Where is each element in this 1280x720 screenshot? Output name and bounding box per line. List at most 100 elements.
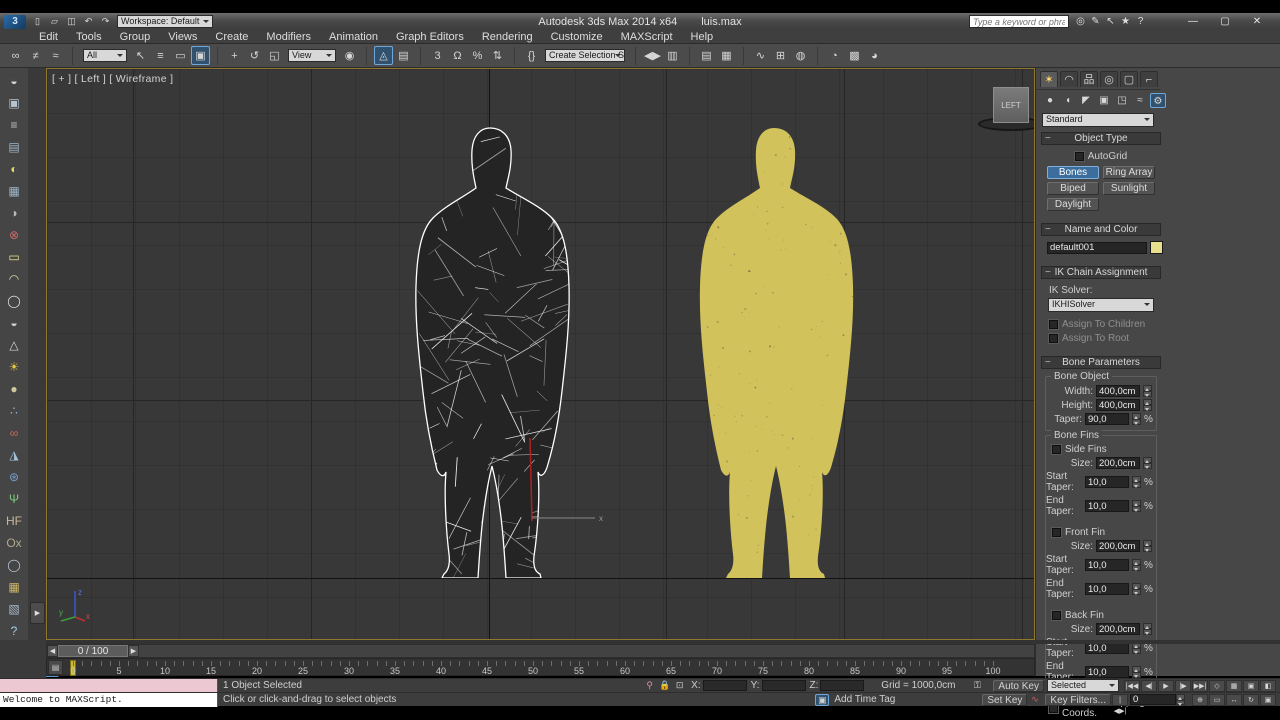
menu-animation[interactable]: Animation (320, 30, 387, 44)
ball-icon[interactable]: ◯ (2, 554, 26, 576)
next-frame-button[interactable]: |▶ (1175, 679, 1191, 692)
workspace-dropdown[interactable]: Workspace: Default (117, 15, 213, 28)
new-file-icon[interactable]: ▯ (30, 15, 45, 28)
bone-height-field[interactable] (1096, 399, 1140, 411)
subtab-lights[interactable]: ◤ (1078, 93, 1094, 108)
rendered-frame-window-icon[interactable]: ▩ (845, 46, 864, 65)
tab-display[interactable]: ▢ (1120, 71, 1138, 87)
category-dropdown[interactable]: Standard (1042, 113, 1154, 127)
select-object-icon[interactable]: ↖ (131, 46, 150, 65)
close-button[interactable]: ✕ (1244, 16, 1270, 27)
search-binoculars-icon[interactable]: ◎ (1074, 16, 1087, 27)
menu-rendering[interactable]: Rendering (473, 30, 542, 44)
set-key-button[interactable]: Set Key (982, 693, 1028, 706)
shaded-sphere-icon[interactable]: ◑ (2, 202, 26, 224)
scene-explorer-icon[interactable]: ▦ (717, 46, 736, 65)
bones-button[interactable]: Bones (1047, 166, 1099, 179)
go-to-start-button[interactable]: |◀◀ (1124, 679, 1140, 692)
key-selected-dropdown[interactable]: Selected (1047, 679, 1119, 692)
subtab-helpers[interactable]: ◳ (1114, 93, 1130, 108)
rollout-object-type[interactable]: − Object Type (1041, 132, 1161, 145)
front-fin-end-taper-field[interactable] (1085, 583, 1129, 595)
mini-curve-editor-button[interactable]: ▤ (48, 660, 63, 675)
viewport[interactable]: [ + ] [ Left ] [ Wireframe ] x LEFT z y (46, 68, 1035, 640)
material-editor-icon[interactable]: ◍ (791, 46, 810, 65)
teapot-render-icon[interactable]: ◒ (2, 70, 26, 92)
rectangular-selection-region-icon[interactable]: ▭ (171, 46, 190, 65)
side-fins-end-taper-field[interactable] (1085, 500, 1129, 512)
default-in-out-tangent-icon[interactable]: ◇ (1209, 679, 1225, 692)
bone-taper-spinner[interactable] (1132, 413, 1141, 425)
clipboard-icon[interactable]: ▧ (2, 598, 26, 620)
selection-lock-icon[interactable]: 🔒 (657, 680, 672, 691)
tab-create[interactable]: ✶ (1040, 71, 1058, 87)
front-fin-size-spinner[interactable] (1143, 540, 1152, 552)
new-key-tangent-icon[interactable]: ▦ (1226, 679, 1242, 692)
3dsmax-logo-icon[interactable]: 3 (4, 14, 26, 29)
menu-help[interactable]: Help (682, 30, 723, 44)
bone-taper-field[interactable] (1085, 413, 1129, 425)
front-fin-end-taper-spinner[interactable] (1132, 583, 1141, 595)
unlink-selection-icon[interactable]: ≠ (26, 46, 45, 65)
select-and-link-icon[interactable]: ∞ (6, 46, 25, 65)
rollout-name-color[interactable]: − Name and Color (1041, 223, 1161, 236)
select-and-move-icon[interactable]: + (225, 46, 244, 65)
time-slider[interactable]: ◀ 0 / 100 ▶ (46, 644, 1035, 658)
time-slider-next-arrow[interactable]: ▶ (128, 645, 139, 657)
current-frame-field[interactable] (1130, 694, 1176, 705)
time-slider-prev-arrow[interactable]: ◀ (47, 645, 58, 657)
bind-to-space-warp-icon[interactable]: ≈ (46, 46, 65, 65)
orbit-icon[interactable]: ↻ (1243, 693, 1259, 706)
align-icon[interactable]: ▥ (663, 46, 682, 65)
menu-create[interactable]: Create (206, 30, 257, 44)
angle-snap-icon[interactable]: Ω (448, 46, 467, 65)
ox-icon[interactable]: Ox (2, 532, 26, 554)
bone-width-spinner[interactable] (1143, 385, 1152, 397)
menu-graph-editors[interactable]: Graph Editors (387, 30, 473, 44)
side-fins-size-spinner[interactable] (1143, 457, 1152, 469)
tab-utilities[interactable]: ⌐ (1140, 71, 1158, 87)
absolute-mode-icon[interactable]: ⊡ (672, 680, 687, 691)
spreadsheet-icon[interactable]: ▤ (2, 136, 26, 158)
cursor-help-icon[interactable]: ↖ (1104, 16, 1117, 27)
new-key-curve-icon[interactable]: ∿ (1027, 694, 1042, 705)
rain-icon[interactable]: ∴ (2, 400, 26, 422)
biped-button[interactable]: Biped (1047, 182, 1099, 195)
light-lister-icon[interactable]: ◐ (2, 158, 26, 180)
sun-icon[interactable]: ☀ (2, 356, 26, 378)
select-and-scale-icon[interactable]: ◱ (265, 46, 284, 65)
curve-editor-icon[interactable]: ∿ (751, 46, 770, 65)
back-fin-size-field[interactable] (1096, 623, 1140, 635)
reference-coordinate-dropdown[interactable]: View (288, 49, 336, 62)
z-coordinate-field[interactable] (820, 680, 865, 691)
palette-icon[interactable]: ▦ (2, 576, 26, 598)
subtab-cameras[interactable]: ▣ (1096, 93, 1112, 108)
front-fin-start-taper-spinner[interactable] (1132, 559, 1141, 571)
side-fins-start-taper-field[interactable] (1085, 476, 1129, 488)
side-fins-start-taper-spinner[interactable] (1132, 476, 1141, 488)
snapshot-icon[interactable]: ▣ (2, 92, 26, 114)
mute-icon[interactable]: ▣ (1243, 679, 1259, 692)
track-bar-ruler[interactable]: 0 5 10 15 20 25 30 35 40 45 50 55 60 65 70 75 80 85 90 95 10… (65, 659, 1025, 677)
pan-view-icon[interactable]: ↔ (1226, 693, 1242, 706)
side-fins-size-field[interactable] (1096, 457, 1140, 469)
select-and-manipulate-icon[interactable]: ◬ (374, 46, 393, 65)
search-input[interactable] (969, 15, 1069, 28)
time-slider-handle[interactable]: 0 / 100 (58, 645, 128, 657)
edit-named-selection-sets-icon[interactable]: {} (522, 46, 541, 65)
y-coordinate-field[interactable] (761, 680, 806, 691)
layer-manager-icon[interactable]: ▤ (697, 46, 716, 65)
select-by-name-icon[interactable]: ≡ (151, 46, 170, 65)
molecule-icon[interactable]: ∞ (2, 422, 26, 444)
maxscript-listener-input[interactable] (0, 678, 218, 693)
snap-toggle-3d-icon[interactable]: 3 (428, 46, 447, 65)
bone-width-field[interactable] (1096, 385, 1140, 397)
rollout-ik-chain[interactable]: − IK Chain Assignment (1041, 266, 1161, 279)
go-to-end-button[interactable]: ▶▶| (1192, 679, 1208, 692)
pin-stack-icon[interactable]: ⚲ (642, 680, 657, 691)
key-mode-toggle[interactable]: |◀▶| (1112, 693, 1128, 715)
dome-icon[interactable]: ◠ (2, 268, 26, 290)
maximize-viewport-icon[interactable]: ▣ (1260, 693, 1276, 706)
object-name-field[interactable] (1047, 241, 1147, 254)
menu-tools[interactable]: Tools (67, 30, 111, 44)
